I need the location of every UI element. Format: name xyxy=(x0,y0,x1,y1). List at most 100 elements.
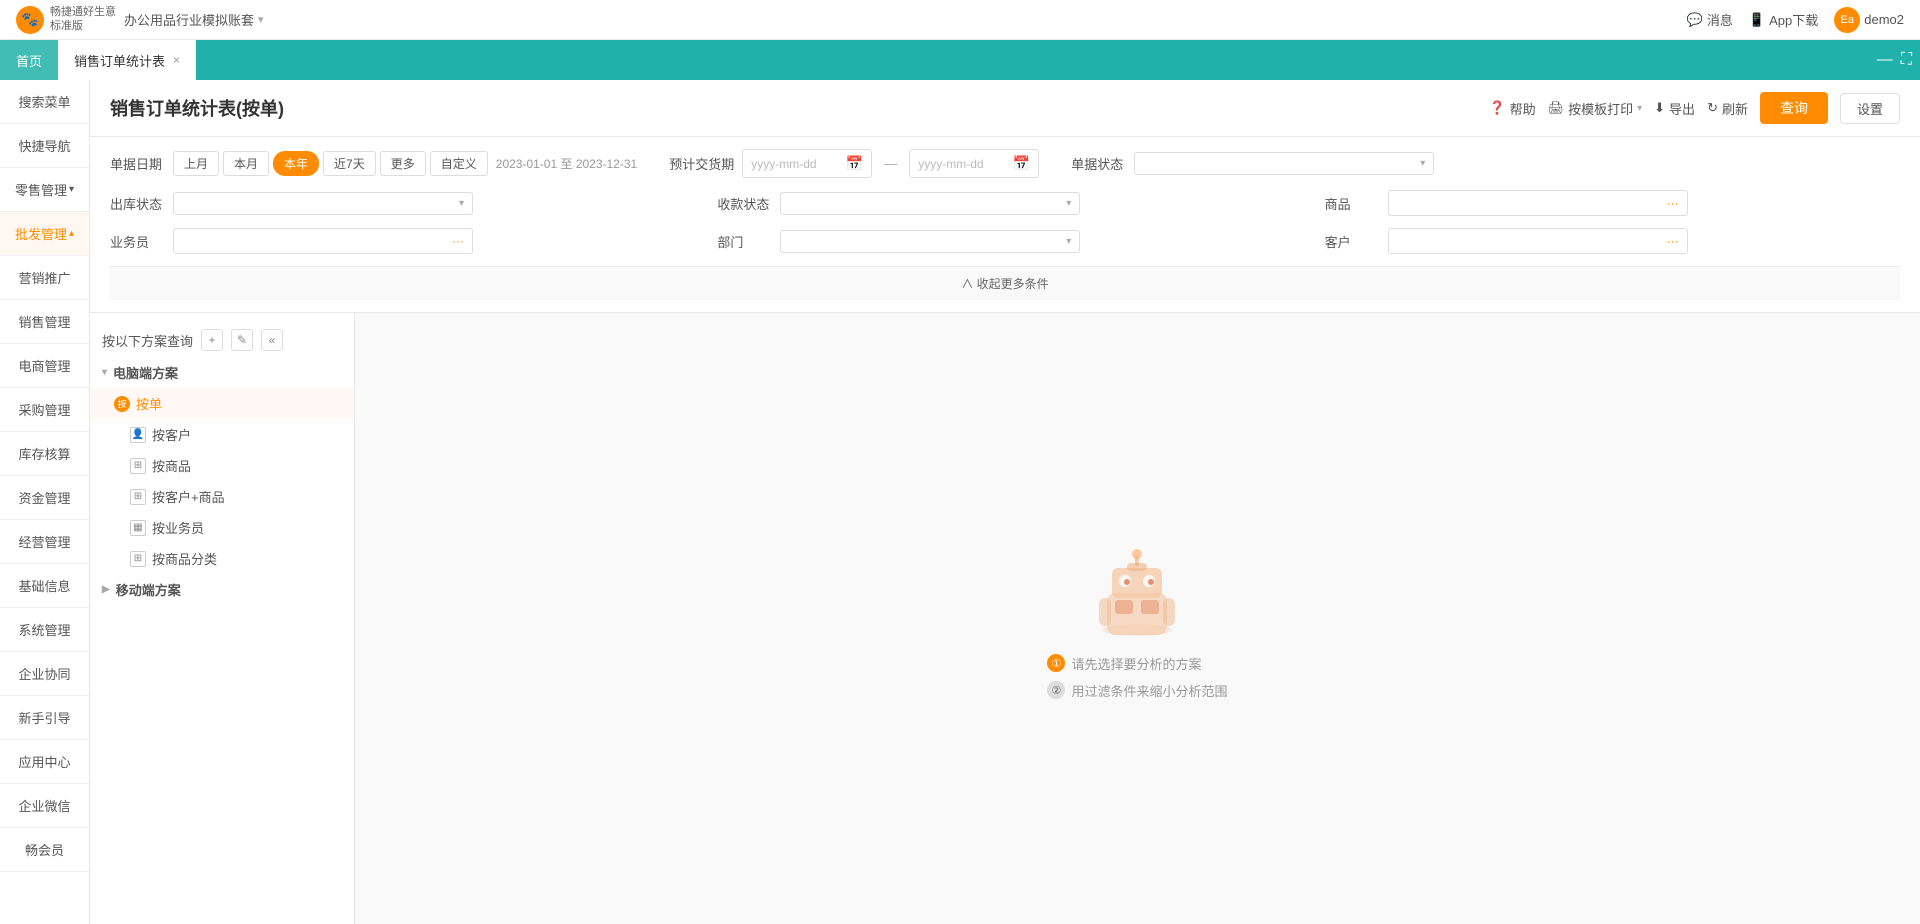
payment-arrow-icon: ▾ xyxy=(1066,198,1071,209)
edit-scheme-button[interactable]: ✎ xyxy=(231,329,253,351)
scheme-icon-order: 按 xyxy=(114,396,130,412)
scheme-icon-salesman: ▦ xyxy=(130,520,146,536)
logo-icon: 🐾 xyxy=(16,6,44,34)
order-status-select[interactable]: ▾ xyxy=(1134,152,1434,175)
customer-select[interactable]: ··· xyxy=(1388,228,1688,254)
expected-date-end[interactable]: yyyy-mm-dd 📅 xyxy=(909,149,1039,178)
message-button[interactable]: 💬 消息 xyxy=(1687,10,1733,29)
dept-label: 部门 xyxy=(717,232,772,251)
scheme-by-salesman[interactable]: ▦ 按业务员 xyxy=(90,512,354,543)
empty-state: ① 请先选择要分析的方案 ② 用过滤条件来缩小分析范围 xyxy=(1047,538,1227,700)
date-btn-custom[interactable]: 自定义 xyxy=(430,151,488,176)
tab-minimize-button[interactable]: — xyxy=(1877,51,1893,69)
expected-date-start[interactable]: yyyy-mm-dd 📅 xyxy=(742,149,872,178)
ship-status-select[interactable]: ▾ xyxy=(173,192,473,215)
print-icon: 🖨 xyxy=(1548,100,1565,116)
topbar: 🐾 畅捷通好生意 标准版 办公用品行业模拟账套 ▾ 💬 消息 📱 App下载 E… xyxy=(0,0,1920,40)
sidebar-item-newuser[interactable]: 新手引导 xyxy=(0,696,89,740)
topbar-right: 💬 消息 📱 App下载 Ea demo2 xyxy=(1687,7,1904,33)
sidebar-item-system[interactable]: 系统管理 xyxy=(0,608,89,652)
app-download-button[interactable]: 📱 App下载 xyxy=(1749,10,1818,29)
retail-arrow-icon: ▾ xyxy=(69,184,74,195)
tab-home[interactable]: 首页 xyxy=(0,40,58,80)
order-status-arrow-icon: ▾ xyxy=(1420,158,1425,169)
date-btn-7days[interactable]: 近7天 xyxy=(323,151,376,176)
calendar-end-icon[interactable]: 📅 xyxy=(1013,155,1030,172)
scheme-by-customer-goods[interactable]: ⊞ 按客户+商品 xyxy=(90,481,354,512)
sidebar-item-search[interactable]: 搜索菜单 xyxy=(0,80,89,124)
mobile-section[interactable]: ▶ 移动端方案 xyxy=(90,574,354,605)
export-button[interactable]: ⬇ 导出 xyxy=(1654,99,1695,118)
date-btn-more[interactable]: 更多 xyxy=(380,151,426,176)
tab-sales-order[interactable]: 销售订单统计表 × xyxy=(58,40,196,80)
date-buttons: 上月 本月 本年 近7天 更多 自定义 2023-01-01 至 2023-12… xyxy=(173,151,637,176)
filter-row-2: 出库状态 ▾ 收款状态 ▾ 商品 xyxy=(110,190,1900,216)
ship-status-label: 出库状态 xyxy=(110,194,165,213)
sidebar-item-marketing[interactable]: 营销推广 xyxy=(0,256,89,300)
payment-status-select[interactable]: ▾ xyxy=(780,192,1080,215)
empty-tip-1: ① 请先选择要分析的方案 xyxy=(1047,654,1227,673)
sidebar-item-wholesale[interactable]: 批发管理 ▴ xyxy=(0,212,89,256)
sidebar-item-enterprise[interactable]: 企业协同 xyxy=(0,652,89,696)
salesman-select[interactable]: ··· xyxy=(173,228,473,254)
sidebar-item-appstore[interactable]: 应用中心 xyxy=(0,740,89,784)
goods-label: 商品 xyxy=(1325,194,1380,213)
add-scheme-button[interactable]: + xyxy=(201,329,223,351)
sidebar-item-member[interactable]: 畅会员 xyxy=(0,828,89,872)
date-btn-this-month[interactable]: 本月 xyxy=(223,151,269,176)
query-button[interactable]: 查询 xyxy=(1760,92,1828,124)
help-icon: ❓ xyxy=(1489,100,1505,116)
topbar-left: 🐾 畅捷通好生意 标准版 办公用品行业模拟账套 ▾ xyxy=(16,6,264,34)
date-separator: — xyxy=(884,156,897,171)
left-panel: 按以下方案查询 + ✎ « ▾ 电脑端方案 按 按单 👤 xyxy=(90,313,355,924)
content-area: 销售订单统计表(按单) ❓ 帮助 🖨 按模板打印 ▾ ⬇ 导出 ↻ 刷新 xyxy=(90,80,1920,924)
sidebar-item-sales[interactable]: 销售管理 xyxy=(0,300,89,344)
print-dropdown-icon: ▾ xyxy=(1637,103,1642,114)
sidebar-item-finance[interactable]: 资金管理 xyxy=(0,476,89,520)
app-download-icon: 📱 xyxy=(1749,12,1765,28)
scheme-by-goods[interactable]: ⊞ 按商品 xyxy=(90,450,354,481)
sidebar-item-basic-info[interactable]: 基础信息 xyxy=(0,564,89,608)
goods-select[interactable]: ··· xyxy=(1388,190,1688,216)
sidebar-item-operations[interactable]: 经营管理 xyxy=(0,520,89,564)
filter-goods-cell: 商品 ··· xyxy=(1325,190,1900,216)
sidebar-item-quicknav[interactable]: 快捷导航 xyxy=(0,124,89,168)
settings-button[interactable]: 设置 xyxy=(1840,93,1900,124)
filter-customer-cell: 客户 ··· xyxy=(1325,228,1900,254)
empty-illustration xyxy=(1077,538,1197,638)
collapse-panel-button[interactable]: « xyxy=(261,329,283,351)
empty-tips: ① 请先选择要分析的方案 ② 用过滤条件来缩小分析范围 xyxy=(1047,654,1227,700)
dept-select[interactable]: ▾ xyxy=(780,230,1080,253)
scheme-by-order[interactable]: 按 按单 xyxy=(90,388,354,419)
scheme-icon-cg: ⊞ xyxy=(130,489,146,505)
sidebar-item-purchase[interactable]: 采购管理 xyxy=(0,388,89,432)
calendar-start-icon[interactable]: 📅 xyxy=(846,155,863,172)
sidebar-item-retail[interactable]: 零售管理 ▾ xyxy=(0,168,89,212)
scheme-by-goods-category[interactable]: ⊞ 按商品分类 xyxy=(90,543,354,574)
goods-dots-icon[interactable]: ··· xyxy=(1667,196,1679,210)
date-btn-last-month[interactable]: 上月 xyxy=(173,151,219,176)
date-btn-this-year[interactable]: 本年 xyxy=(273,151,319,176)
scheme-by-customer[interactable]: 👤 按客户 xyxy=(90,419,354,450)
tip-num-2: ② xyxy=(1047,681,1065,699)
collapse-bar[interactable]: ∧ 收起更多条件 xyxy=(110,266,1900,300)
help-button[interactable]: ❓ 帮助 xyxy=(1489,99,1535,118)
pc-section[interactable]: ▾ 电脑端方案 xyxy=(90,357,354,388)
tabbar-actions: — ⛶ xyxy=(1877,40,1920,80)
left-panel-header: 按以下方案查询 + ✎ « xyxy=(90,323,354,357)
user-menu[interactable]: Ea demo2 xyxy=(1834,7,1904,33)
sidebar-item-inventory[interactable]: 库存核算 xyxy=(0,432,89,476)
refresh-button[interactable]: ↻ 刷新 xyxy=(1707,99,1748,118)
tab-close-icon[interactable]: × xyxy=(173,53,180,67)
tab-maximize-button[interactable]: ⛶ xyxy=(1901,51,1912,69)
topbar-dropdown-arrow[interactable]: ▾ xyxy=(258,13,264,26)
salesman-dots-icon[interactable]: ··· xyxy=(452,234,464,248)
sidebar-item-ecommerce[interactable]: 电商管理 xyxy=(0,344,89,388)
wholesale-arrow-icon: ▴ xyxy=(69,228,74,239)
customer-label: 客户 xyxy=(1325,232,1380,251)
main-content: ① 请先选择要分析的方案 ② 用过滤条件来缩小分析范围 xyxy=(355,313,1920,924)
dept-arrow-icon: ▾ xyxy=(1066,236,1071,247)
customer-dots-icon[interactable]: ··· xyxy=(1667,234,1679,248)
sidebar-item-wechat[interactable]: 企业微信 xyxy=(0,784,89,828)
print-button[interactable]: 🖨 按模板打印 ▾ xyxy=(1548,99,1643,118)
